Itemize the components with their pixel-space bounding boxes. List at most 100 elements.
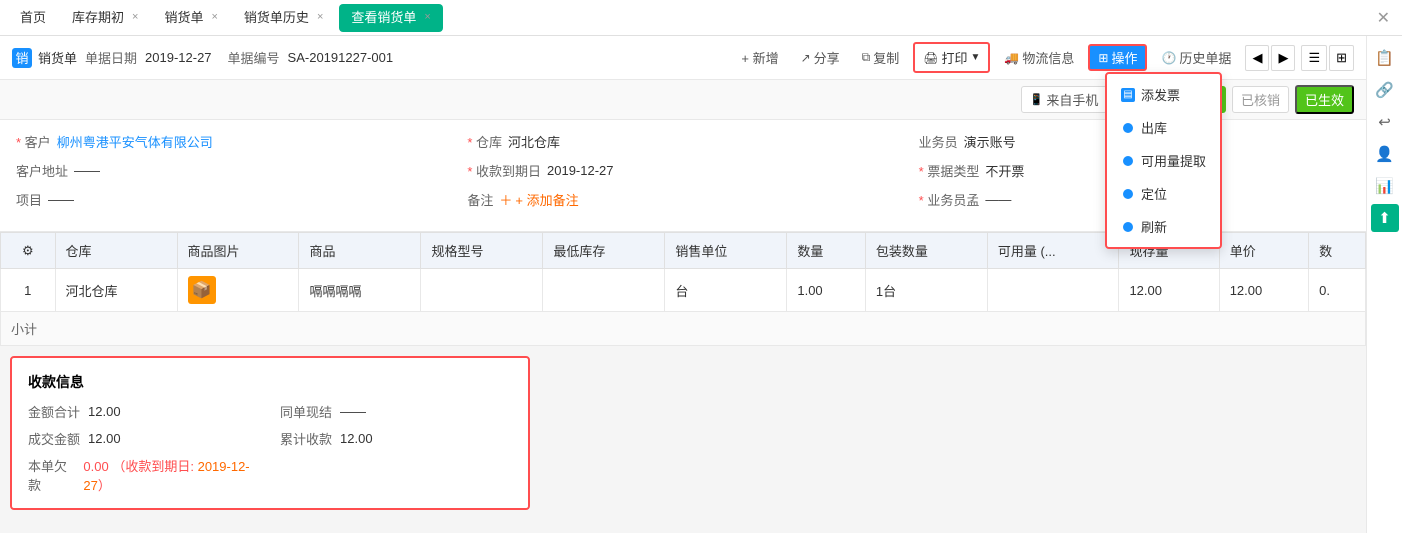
customer-value[interactable]: 柳州粤港平安气体有限公司 bbox=[57, 132, 213, 151]
product-thumbnail: 📦 bbox=[188, 276, 216, 304]
col-pack-qty: 包装数量 bbox=[865, 233, 987, 269]
warehouse-label: 仓库 bbox=[467, 132, 502, 151]
row-pack-qty: 1台 bbox=[865, 269, 987, 312]
toolbar-actions: + 新增 ↗ 分享 ⧉ 复制 🖨 打印 ▼ 🚚 物流信息 ⊞ 操作 bbox=[733, 42, 1354, 73]
product-table: ⚙ 仓库 商品图片 商品 规格型号 最低库存 销售单位 数量 包装数量 可用量 … bbox=[0, 232, 1366, 346]
close-tab-inventory[interactable]: × bbox=[132, 11, 138, 23]
add-invoice-item[interactable]: ▤ 添发票 bbox=[1107, 78, 1220, 111]
tab-bar: 首页 库存期初 × 销货单 × 销货单历史 × 查看销货单 × ✕ bbox=[0, 0, 1402, 36]
sidebar-link-icon[interactable]: 🔗 bbox=[1371, 76, 1399, 104]
salesperson2-value: —— bbox=[985, 192, 1011, 207]
col-settings[interactable]: ⚙ bbox=[1, 233, 56, 269]
payment-title: 收款信息 bbox=[28, 372, 512, 392]
col-warehouse: 仓库 bbox=[55, 233, 177, 269]
sidebar-user-icon[interactable]: 👤 bbox=[1371, 140, 1399, 168]
payment-due-value: 2019-12-27 bbox=[547, 163, 614, 178]
warehouse-value: 河北仓库 bbox=[508, 132, 560, 151]
table-row: 1 河北仓库 📦 嗝嗝嗝嗝 台 1.00 1台 12.00 12.00 0. bbox=[1, 269, 1366, 312]
cumulative-payment-label: 累计收款 bbox=[280, 429, 332, 448]
add-note-button[interactable]: ＋ + 添加备注 bbox=[499, 190, 578, 209]
tab-sales-history[interactable]: 销货单历史 × bbox=[232, 0, 335, 36]
payment-section: 收款信息 金额合计 12.00 同单现结 —— 成交金额 12.00 累计收款 … bbox=[10, 356, 530, 510]
row-unit-price: 12.00 bbox=[1219, 269, 1308, 312]
same-order-label: 同单现结 bbox=[280, 402, 332, 421]
operation-button[interactable]: ⊞ 操作 bbox=[1088, 44, 1147, 71]
print-button[interactable]: 🖨 打印 ▼ bbox=[913, 42, 990, 73]
row-sales-unit: 台 bbox=[665, 269, 787, 312]
project-field: 项目 —— bbox=[16, 190, 447, 209]
tab-sales-order[interactable]: 销货单 × bbox=[152, 0, 229, 36]
project-value: —— bbox=[48, 192, 74, 207]
tab-view-sales[interactable]: 查看销货单 × bbox=[339, 4, 442, 32]
warehouse-field: 仓库 河北仓库 bbox=[467, 132, 898, 151]
col-product: 商品 bbox=[299, 233, 421, 269]
row-current-stock: 12.00 bbox=[1119, 269, 1219, 312]
note-field: 备注 ＋ + 添加备注 bbox=[467, 190, 898, 209]
transaction-amount-row: 成交金额 12.00 bbox=[28, 429, 260, 448]
salesperson2-label: 业务员孟 bbox=[919, 190, 980, 209]
nav-arrows: ◀ ▶ bbox=[1245, 45, 1295, 71]
current-due-row: 本单欠款 0.00 （收款到期日: 2019-12-27） bbox=[28, 456, 260, 494]
transaction-amount-value: 12.00 bbox=[88, 431, 121, 446]
history-button[interactable]: 🕐 历史单据 bbox=[1153, 44, 1239, 71]
col-unit-price: 单价 bbox=[1219, 233, 1308, 269]
subtotal-row: 小计 bbox=[1, 312, 1366, 346]
project-label: 项目 bbox=[16, 190, 42, 209]
ticket-type-value: 不开票 bbox=[985, 161, 1024, 180]
row-warehouse: 河北仓库 bbox=[55, 269, 177, 312]
col-amount: 数 bbox=[1309, 233, 1366, 269]
sidebar-chart-icon[interactable]: 📊 bbox=[1371, 172, 1399, 200]
sidebar-return-icon[interactable]: ↩ bbox=[1371, 108, 1399, 136]
right-sidebar: 📋 🔗 ↩ 👤 📊 ⬆ bbox=[1366, 36, 1402, 533]
row-amount: 0. bbox=[1309, 269, 1366, 312]
copy-button[interactable]: ⧉ 复制 bbox=[854, 44, 908, 71]
available-qty-icon bbox=[1121, 154, 1135, 168]
logistics-button[interactable]: 🚚 物流信息 bbox=[996, 44, 1082, 71]
address-label: 客户地址 bbox=[16, 161, 68, 180]
close-tab-sales-history[interactable]: × bbox=[317, 11, 323, 23]
close-tab-sales-order[interactable]: × bbox=[211, 11, 217, 23]
operation-dropdown: ▤ 添发票 出库 可用量提取 定位 刷新 bbox=[1105, 72, 1222, 249]
col-product-image: 商品图片 bbox=[177, 233, 299, 269]
list-view-button[interactable]: ☰ bbox=[1301, 45, 1327, 71]
outbound-item[interactable]: 出库 bbox=[1107, 111, 1220, 144]
tab-home[interactable]: 首页 bbox=[8, 0, 58, 36]
close-tab-view-sales[interactable]: × bbox=[424, 11, 430, 23]
from-phone-button[interactable]: 📱 来自手机 bbox=[1021, 86, 1108, 113]
share-button[interactable]: ↗ 分享 bbox=[793, 44, 848, 71]
ticket-type-label: 票据类型 bbox=[919, 161, 980, 180]
payment-due-field: 收款到期日 2019-12-27 bbox=[467, 161, 898, 180]
address-field: 客户地址 —— bbox=[16, 161, 447, 180]
col-quantity: 数量 bbox=[787, 233, 866, 269]
same-order-value: —— bbox=[340, 404, 366, 419]
available-qty-item[interactable]: 可用量提取 bbox=[1107, 144, 1220, 177]
tab-inventory-init[interactable]: 库存期初 × bbox=[60, 0, 150, 36]
effective-badge[interactable]: 已生效 bbox=[1295, 85, 1354, 114]
refresh-item[interactable]: 刷新 bbox=[1107, 210, 1220, 243]
row-product-image: 📦 bbox=[177, 269, 299, 312]
new-button[interactable]: + 新增 bbox=[733, 44, 786, 71]
sold-badge[interactable]: 已核销 bbox=[1232, 86, 1289, 113]
grid-view-button[interactable]: ⊞ bbox=[1329, 45, 1354, 71]
cumulative-payment-row: 累计收款 12.00 bbox=[280, 429, 512, 448]
doc-icon: 销 bbox=[12, 48, 32, 68]
next-button[interactable]: ▶ bbox=[1271, 45, 1295, 71]
sidebar-expand-icon[interactable]: ⬆ bbox=[1371, 204, 1399, 232]
row-quantity: 1.00 bbox=[787, 269, 866, 312]
payment-grid: 金额合计 12.00 同单现结 —— 成交金额 12.00 累计收款 12.00… bbox=[28, 402, 512, 494]
product-table-wrapper: ⚙ 仓库 商品图片 商品 规格型号 最低库存 销售单位 数量 包装数量 可用量 … bbox=[0, 232, 1366, 346]
prev-button[interactable]: ◀ bbox=[1245, 45, 1269, 71]
window-close-button[interactable]: ✕ bbox=[1377, 8, 1390, 28]
payment-due-label: 收款到期日 bbox=[467, 161, 541, 180]
col-min-stock: 最低库存 bbox=[543, 233, 665, 269]
col-sales-unit: 销售单位 bbox=[665, 233, 787, 269]
sidebar-clipboard-icon[interactable]: 📋 bbox=[1371, 44, 1399, 72]
due-date-text: （收款到期日: bbox=[112, 459, 197, 474]
salesperson-label: 业务员 bbox=[919, 132, 958, 151]
row-no: 1 bbox=[1, 269, 56, 312]
row-min-stock bbox=[543, 269, 665, 312]
locate-item[interactable]: 定位 bbox=[1107, 177, 1220, 210]
col-spec: 规格型号 bbox=[421, 233, 543, 269]
row-available bbox=[987, 269, 1119, 312]
subtotal-label: 小计 bbox=[1, 312, 1366, 346]
